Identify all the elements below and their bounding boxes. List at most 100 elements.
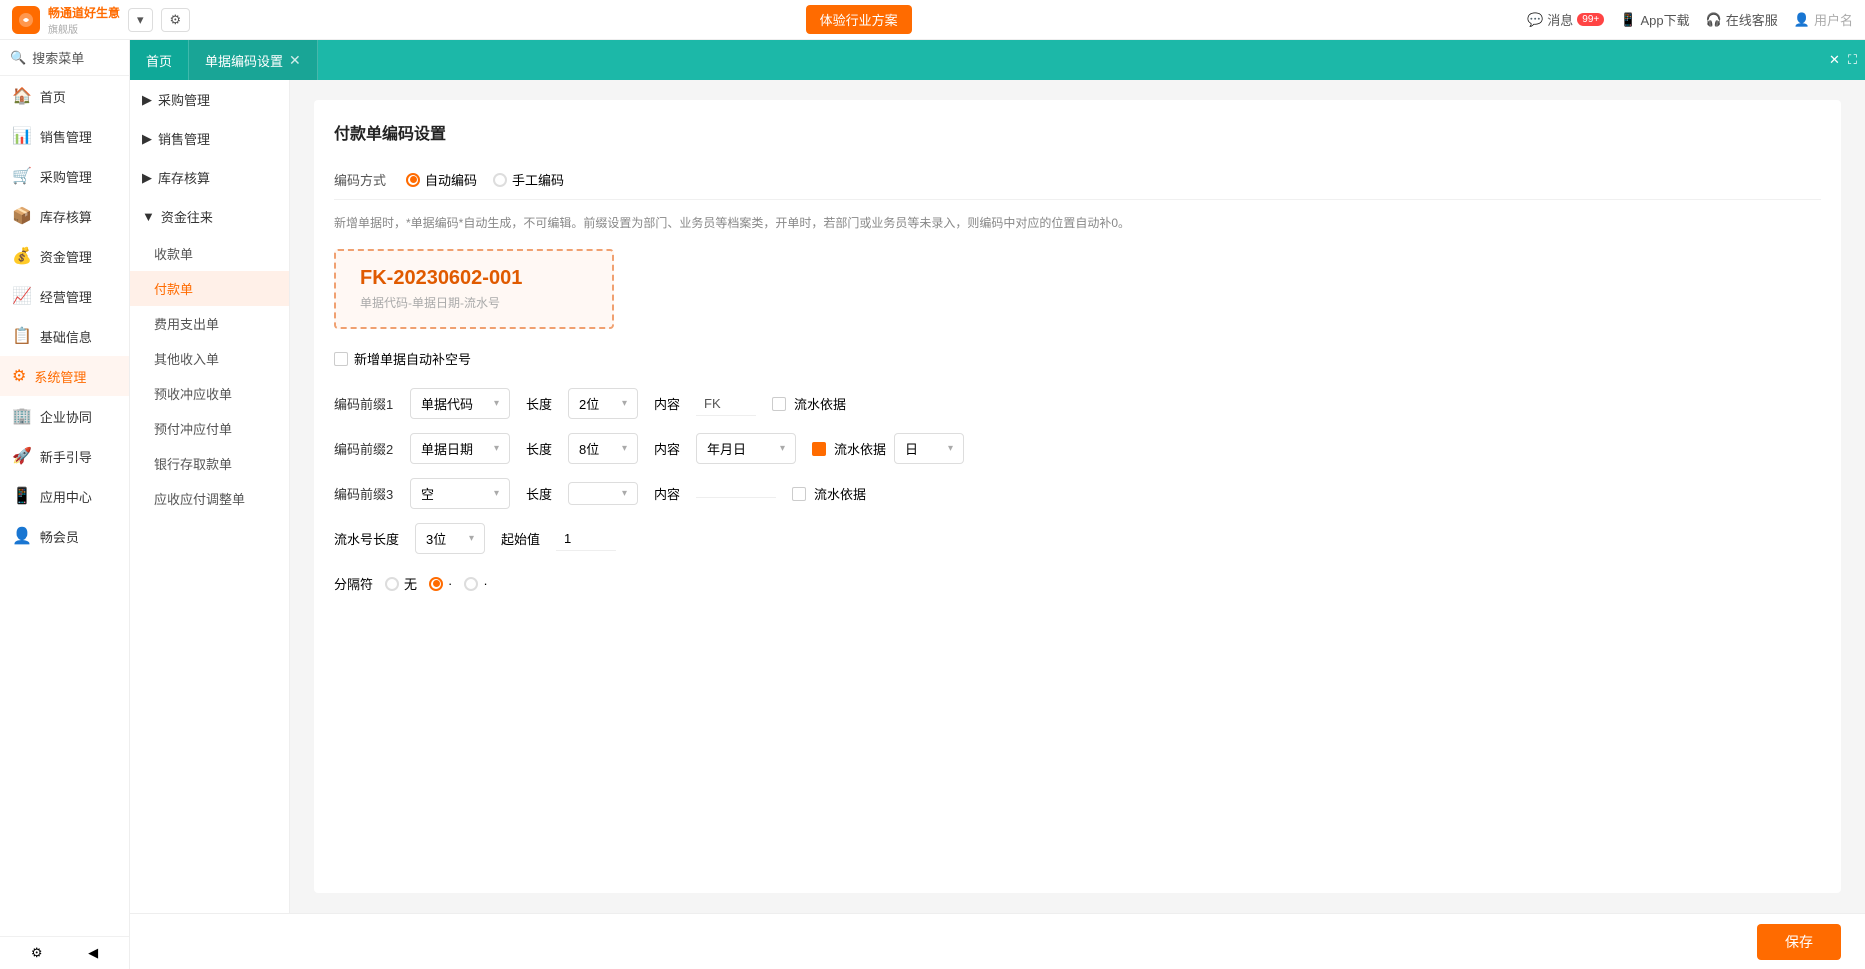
sidebar-item-member[interactable]: 👤 畅会员 bbox=[0, 516, 129, 556]
separator-none-radio[interactable] bbox=[385, 577, 399, 591]
sub-sidebar-header-purchase[interactable]: ▶ 采购管理 bbox=[130, 80, 289, 119]
prefix-row-2: 编码前缀2 单据日期 ▾ 长度 8位 ▾ 内容 年月日 bbox=[334, 433, 1821, 464]
inventory-icon: 📦 bbox=[12, 206, 32, 226]
finance-icon: 💰 bbox=[12, 246, 32, 266]
prefix-row-1: 编码前缀1 单据代码 ▾ 长度 2位 ▾ 内容 FK bbox=[334, 388, 1821, 419]
tab-minimize-icon[interactable]: ✕ bbox=[1829, 52, 1840, 68]
prefix-2-content-label: 内容 bbox=[654, 439, 680, 458]
bottom-bar: 保存 bbox=[130, 913, 1865, 969]
separator-row: 分隔符 无 · · bbox=[334, 574, 1821, 593]
sidebar-settings-icon[interactable]: ⚙ bbox=[31, 945, 43, 961]
sidebar-item-quickstart[interactable]: 🚀 新手引导 bbox=[0, 436, 129, 476]
auto-fill-checkbox-row: 新增单据自动补空号 bbox=[334, 349, 1821, 368]
tab-serial-settings[interactable]: 单据编码设置 ✕ bbox=[189, 40, 318, 80]
topbar-left: 畅通道好生意 旗舰版 ▾ ⚙ bbox=[12, 4, 190, 36]
message-item[interactable]: 💬 消息 99+ bbox=[1527, 10, 1604, 29]
sidebar-item-purchase[interactable]: 🛒 采购管理 bbox=[0, 156, 129, 196]
sub-sidebar-child-adjustment[interactable]: 应收应付调整单 bbox=[130, 481, 289, 516]
trial-btn[interactable]: 体验行业方案 bbox=[806, 5, 912, 34]
prefix-3-content-value bbox=[696, 489, 776, 498]
sub-sidebar-child-other-income[interactable]: 其他收入单 bbox=[130, 341, 289, 376]
sidebar-item-inventory[interactable]: 📦 库存核算 bbox=[0, 196, 129, 236]
radio-manual-btn[interactable] bbox=[493, 173, 507, 187]
sidebar-item-basic-info[interactable]: 📋 基础信息 bbox=[0, 316, 129, 356]
sub-sidebar-header-finance[interactable]: ▼ 资金往来 bbox=[130, 197, 289, 236]
separator-dot1-radio[interactable] bbox=[429, 577, 443, 591]
system-icon: ⚙ bbox=[12, 366, 26, 386]
serial-start-input[interactable] bbox=[556, 527, 616, 551]
separator-dot-1[interactable]: · bbox=[429, 576, 452, 591]
sub-sidebar-child-expense[interactable]: 费用支出单 bbox=[130, 306, 289, 341]
separator-none[interactable]: 无 bbox=[385, 574, 417, 593]
prefix-1-length-select[interactable]: 2位 ▾ bbox=[568, 388, 638, 419]
sidebar-search[interactable]: 🔍 搜索菜单 bbox=[0, 40, 129, 76]
radio-manual-encoding[interactable]: 手工编码 bbox=[493, 170, 564, 189]
topbar-right: 💬 消息 99+ 📱 App下载 🎧 在线客服 👤 用户名 bbox=[1527, 10, 1853, 29]
encoding-method-radio-group: 自动编码 手工编码 bbox=[406, 170, 564, 189]
sub-sidebar-child-receipt[interactable]: 收款单 bbox=[130, 236, 289, 271]
user-avatar[interactable]: 👤 用户名 bbox=[1794, 10, 1853, 29]
sidebar-bottom: ⚙ ◀ bbox=[0, 936, 129, 969]
sidebar-item-system[interactable]: ⚙ 系统管理 bbox=[0, 356, 129, 396]
sub-sidebar-child-payment[interactable]: 付款单 bbox=[130, 271, 289, 306]
main-content: 付款单编码设置 编码方式 自动编码 手工编码 bbox=[290, 80, 1865, 913]
prefix-1-select[interactable]: 单据代码 ▾ bbox=[410, 388, 510, 419]
customer-service-icon: 🎧 bbox=[1706, 12, 1722, 28]
save-button[interactable]: 保存 bbox=[1757, 924, 1841, 960]
prefix-3-select[interactable]: 空 ▾ bbox=[410, 478, 510, 509]
prefix-1-label: 编码前缀1 bbox=[334, 394, 394, 413]
tab-maximize-icon[interactable]: ⛶ bbox=[1848, 52, 1857, 68]
settings-button[interactable]: ⚙ bbox=[161, 8, 191, 32]
app-download-item[interactable]: 📱 App下载 bbox=[1620, 10, 1689, 29]
tab-home[interactable]: 首页 bbox=[130, 40, 189, 80]
sidebar-item-finance[interactable]: 💰 资金管理 bbox=[0, 236, 129, 276]
sidebar-item-enterprise[interactable]: 🏢 企业协同 bbox=[0, 396, 129, 436]
main-layout: 🔍 搜索菜单 🏠 首页 📊 销售管理 🛒 采购管理 📦 库存核算 💰 资金管理 … bbox=[0, 40, 1865, 969]
sub-sidebar-child-bank[interactable]: 银行存取款单 bbox=[130, 446, 289, 481]
prefix-3-length-select[interactable]: ▾ bbox=[568, 482, 638, 505]
code-preview-sub: 单据代码-单据日期-流水号 bbox=[360, 294, 588, 311]
customer-service-item[interactable]: 🎧 在线客服 bbox=[1706, 10, 1778, 29]
sub-sidebar-child-prepay-ap[interactable]: 预付冲应付单 bbox=[130, 411, 289, 446]
sub-sidebar-header-inventory[interactable]: ▶ 库存核算 bbox=[130, 158, 289, 197]
left-sidebar: 🔍 搜索菜单 🏠 首页 📊 销售管理 🛒 采购管理 📦 库存核算 💰 资金管理 … bbox=[0, 40, 130, 969]
sub-sidebar-child-prepay-ar[interactable]: 预收冲应收单 bbox=[130, 376, 289, 411]
sidebar-item-app-center[interactable]: 📱 应用中心 bbox=[0, 476, 129, 516]
expand-sales-icon: ▶ bbox=[142, 131, 152, 147]
separator-dot2-radio[interactable] bbox=[464, 577, 478, 591]
sidebar-item-operations[interactable]: 📈 经营管理 bbox=[0, 276, 129, 316]
prefix-2-label: 编码前缀2 bbox=[334, 439, 394, 458]
radio-auto-btn[interactable] bbox=[406, 173, 420, 187]
sidebar-collapse-icon[interactable]: ◀ bbox=[88, 945, 98, 961]
app-download-icon: 📱 bbox=[1620, 12, 1636, 28]
separator-dot-2[interactable]: · bbox=[464, 576, 487, 591]
prefix-2-serial-checkbox[interactable] bbox=[812, 442, 826, 456]
tab-close-icon[interactable]: ✕ bbox=[289, 52, 301, 69]
prefix-2-serial-unit-select[interactable]: 日 ▾ bbox=[894, 433, 964, 464]
radio-auto-encoding[interactable]: 自动编码 bbox=[406, 170, 477, 189]
serial-length-row: 流水号长度 3位 ▾ 起始值 bbox=[334, 523, 1821, 554]
purchase-icon: 🛒 bbox=[12, 166, 32, 186]
prefix-row-3: 编码前缀3 空 ▾ 长度 ▾ 内容 bbox=[334, 478, 1821, 509]
auto-fill-checkbox[interactable] bbox=[334, 352, 348, 366]
topbar-center: 体验行业方案 bbox=[806, 5, 912, 34]
chevron-down-icon: ▾ bbox=[494, 398, 499, 409]
chevron-down-icon-8: ▾ bbox=[622, 488, 627, 499]
chevron-down-icon-6: ▾ bbox=[948, 443, 953, 454]
sub-sidebar-group-purchase: ▶ 采购管理 bbox=[130, 80, 289, 119]
sidebar-item-home[interactable]: 🏠 首页 bbox=[0, 76, 129, 116]
sidebar-item-sales[interactable]: 📊 销售管理 bbox=[0, 116, 129, 156]
expand-finance-icon: ▼ bbox=[142, 209, 155, 224]
prefix-2-select[interactable]: 单据日期 ▾ bbox=[410, 433, 510, 464]
prefix-2-content-select[interactable]: 年月日 ▾ bbox=[696, 433, 796, 464]
sub-sidebar-group-sales: ▶ 销售管理 bbox=[130, 119, 289, 158]
prefix-2-length-select[interactable]: 8位 ▾ bbox=[568, 433, 638, 464]
prefix-3-serial-checkbox[interactable] bbox=[792, 487, 806, 501]
sub-sidebar-header-sales[interactable]: ▶ 销售管理 bbox=[130, 119, 289, 158]
enterprise-icon: 🏢 bbox=[12, 406, 32, 426]
serial-length-select[interactable]: 3位 ▾ bbox=[415, 523, 485, 554]
prefix-3-label: 编码前缀3 bbox=[334, 484, 394, 503]
nav-dropdown-button[interactable]: ▾ bbox=[128, 8, 153, 32]
prefix-1-serial-checkbox[interactable] bbox=[772, 397, 786, 411]
page-body: ▶ 采购管理 ▶ 销售管理 ▶ 库存核算 bbox=[130, 80, 1865, 913]
